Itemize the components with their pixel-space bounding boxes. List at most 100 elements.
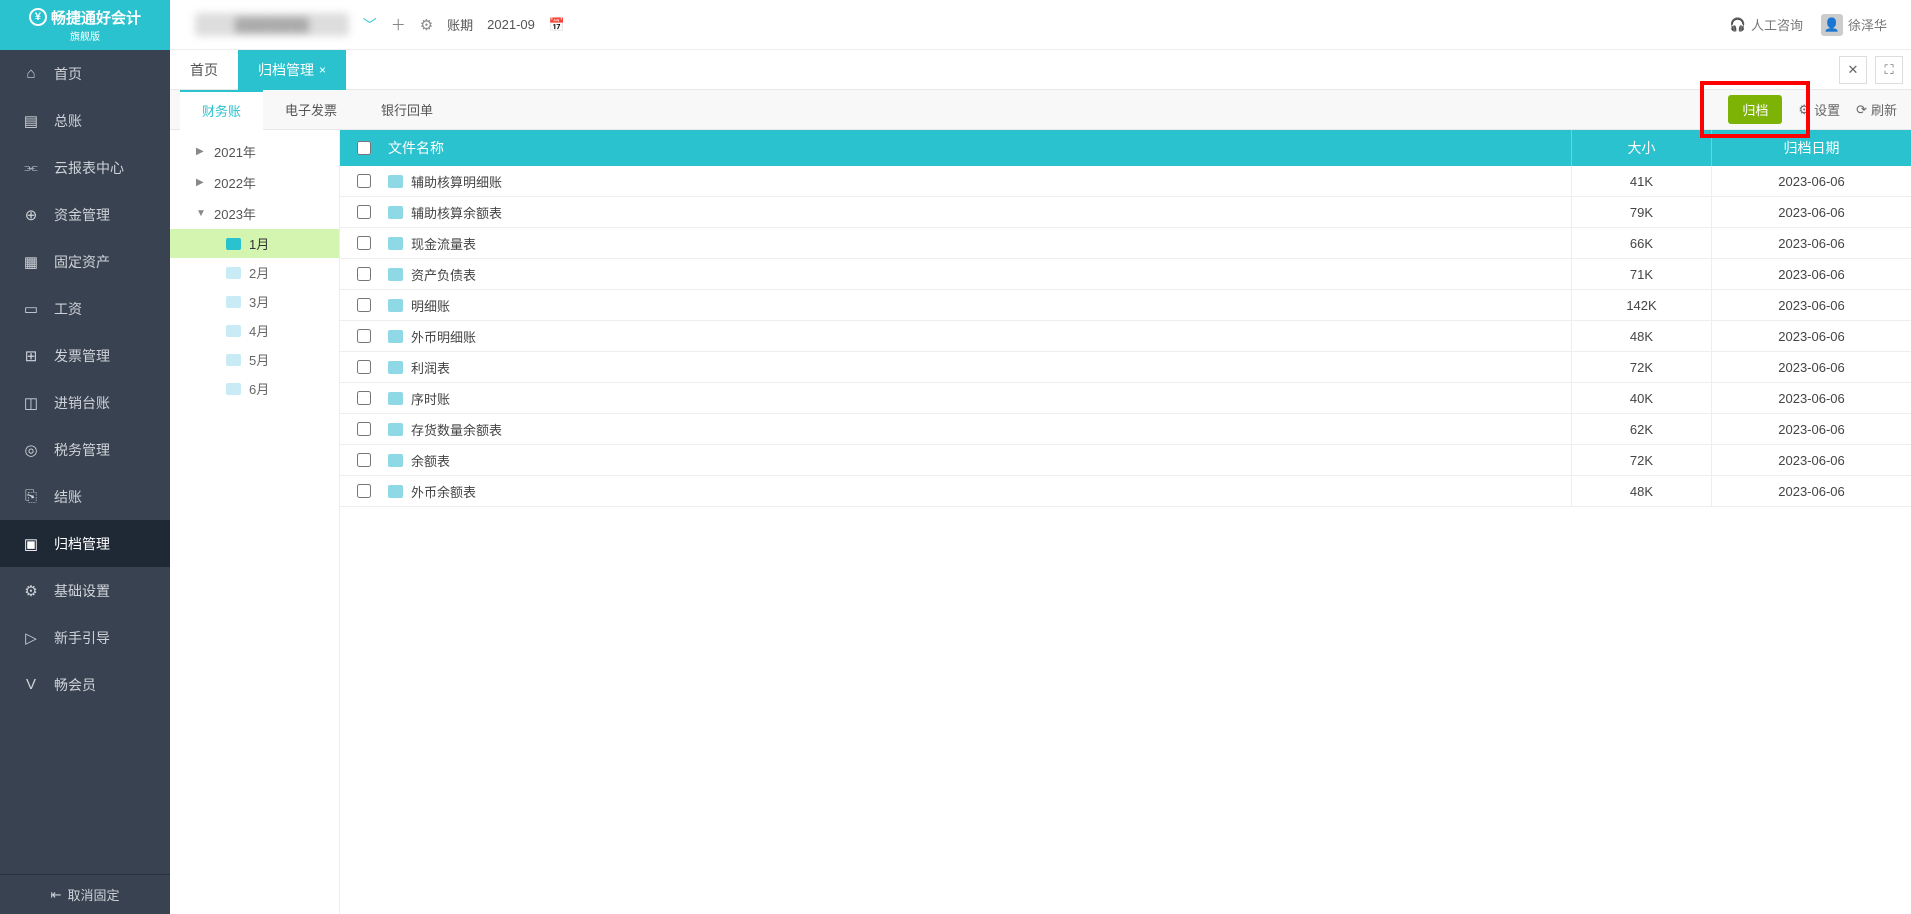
col-size[interactable]: 大小 — [1571, 130, 1711, 166]
table-row[interactable]: 现金流量表66K2023-06-06 — [340, 228, 1911, 259]
sidebar-icon: ▭ — [22, 300, 40, 318]
row-checkbox[interactable] — [357, 329, 371, 343]
tree-year[interactable]: ▶2021年 — [170, 136, 339, 167]
subtab-0[interactable]: 财务账 — [180, 90, 263, 130]
row-checkbox[interactable] — [357, 453, 371, 467]
row-checkbox[interactable] — [357, 484, 371, 498]
select-all-checkbox[interactable] — [357, 141, 371, 155]
sidebar-label: 工资 — [54, 299, 82, 319]
sidebar-item-8[interactable]: ◎税务管理 — [0, 426, 170, 473]
file-icon — [388, 299, 403, 312]
header-right: 🎧人工咨询 👤徐泽华 — [1730, 14, 1911, 36]
tree-year[interactable]: ▶2022年 — [170, 167, 339, 198]
tree-month[interactable]: 1月 — [170, 229, 339, 258]
tree-month[interactable]: 6月 — [170, 374, 339, 403]
table-row[interactable]: 余额表72K2023-06-06 — [340, 445, 1911, 476]
sidebar-item-2[interactable]: ⫘ 云报表中心 — [0, 144, 170, 191]
tree-month[interactable]: 4月 — [170, 316, 339, 345]
archive-button[interactable]: 归档 — [1728, 95, 1782, 124]
file-size: 72K — [1571, 352, 1711, 382]
file-date: 2023-06-06 — [1711, 383, 1911, 413]
sidebar-item-5[interactable]: ▭ 工资 — [0, 285, 170, 332]
sidebar-item-1[interactable]: ▤总账 — [0, 97, 170, 144]
row-checkbox[interactable] — [357, 298, 371, 312]
close-tab-button[interactable]: ✕ — [1839, 56, 1867, 84]
sidebar-icon: ⫘ — [22, 159, 40, 176]
sidebar-icon: ▦ — [22, 253, 40, 271]
sidebar-item-4[interactable]: ▦固定资产 — [0, 238, 170, 285]
gear-icon[interactable]: ⚙ — [420, 16, 433, 34]
sidebar-item-7[interactable]: ◫进销台账 — [0, 379, 170, 426]
sidebar-label: 结账 — [54, 487, 82, 507]
tab-1[interactable]: 归档管理× — [238, 50, 346, 90]
company-selector[interactable]: ████████ — [195, 13, 349, 36]
period-value[interactable]: 2021-09 — [487, 17, 535, 32]
subtab-1[interactable]: 电子发票 — [263, 90, 359, 130]
tabs-row: 首页归档管理× ✕ ⛶ — [170, 50, 1911, 90]
fullscreen-button[interactable]: ⛶ — [1875, 56, 1903, 84]
file-date: 2023-06-06 — [1711, 290, 1911, 320]
row-checkbox[interactable] — [357, 236, 371, 250]
row-checkbox[interactable] — [357, 391, 371, 405]
tree-month[interactable]: 5月 — [170, 345, 339, 374]
col-date[interactable]: 归档日期 — [1711, 130, 1911, 166]
folder-icon — [226, 383, 241, 395]
consult-link[interactable]: 🎧人工咨询 — [1730, 15, 1803, 34]
file-icon — [388, 175, 403, 188]
row-checkbox[interactable] — [357, 360, 371, 374]
file-date: 2023-06-06 — [1711, 476, 1911, 506]
tab-0[interactable]: 首页 — [170, 50, 238, 90]
tree-year[interactable]: ▼2023年 — [170, 198, 339, 229]
sidebar-icon: ▷ — [22, 629, 40, 647]
file-size: 66K — [1571, 228, 1711, 258]
settings-link[interactable]: ⚙设置 — [1798, 100, 1840, 119]
tree-month[interactable]: 3月 — [170, 287, 339, 316]
table-row[interactable]: 外币明细账48K2023-06-06 — [340, 321, 1911, 352]
sidebar-item-0[interactable]: ⌂首页 — [0, 50, 170, 97]
table-row[interactable]: 存货数量余额表62K2023-06-06 — [340, 414, 1911, 445]
sidebar-label: 云报表中心 — [54, 158, 124, 178]
sidebar-label: 首页 — [54, 64, 82, 84]
file-size: 40K — [1571, 383, 1711, 413]
close-icon[interactable]: × — [319, 63, 326, 77]
table-row[interactable]: 外币余额表48K2023-06-06 — [340, 476, 1911, 507]
file-size: 41K — [1571, 166, 1711, 196]
file-date: 2023-06-06 — [1711, 321, 1911, 351]
row-checkbox[interactable] — [357, 267, 371, 281]
sidebar-item-10[interactable]: ▣归档管理 — [0, 520, 170, 567]
table-row[interactable]: 辅助核算明细账41K2023-06-06 — [340, 166, 1911, 197]
file-name: 辅助核算余额表 — [411, 203, 502, 222]
table-row[interactable]: 序时账40K2023-06-06 — [340, 383, 1911, 414]
col-name[interactable]: 文件名称 — [388, 138, 1571, 158]
refresh-link[interactable]: ⟳刷新 — [1856, 100, 1897, 119]
table-row[interactable]: 资产负债表71K2023-06-06 — [340, 259, 1911, 290]
table-row[interactable]: 明细账142K2023-06-06 — [340, 290, 1911, 321]
file-name: 资产负债表 — [411, 265, 476, 284]
sidebar-item-11[interactable]: ⚙基础设置 — [0, 567, 170, 614]
period-label: 账期 — [447, 15, 473, 34]
sidebar-item-9[interactable]: ⎘结账 — [0, 473, 170, 520]
logo[interactable]: ¥畅捷通好会计 旗舰版 — [0, 0, 170, 50]
subtab-2[interactable]: 银行回单 — [359, 90, 455, 130]
chevron-down-icon[interactable]: ﹀ — [363, 15, 377, 35]
calendar-icon[interactable]: 📅 — [549, 17, 565, 33]
table-row[interactable]: 利润表72K2023-06-06 — [340, 352, 1911, 383]
sidebar-item-3[interactable]: ⊕资金管理 — [0, 191, 170, 238]
plus-icon[interactable]: ＋ — [391, 14, 406, 35]
row-checkbox[interactable] — [357, 174, 371, 188]
sidebar-unpin[interactable]: ⇤取消固定 — [0, 874, 170, 914]
logo-icon: ¥ — [29, 8, 47, 26]
file-size: 62K — [1571, 414, 1711, 444]
sidebar-item-13[interactable]: V畅会员 — [0, 661, 170, 708]
user-menu[interactable]: 👤徐泽华 — [1821, 14, 1887, 36]
file-date: 2023-06-06 — [1711, 352, 1911, 382]
tree-month[interactable]: 2月 — [170, 258, 339, 287]
sidebar-item-12[interactable]: ▷新手引导 — [0, 614, 170, 661]
sidebar-icon: ⊞ — [22, 347, 40, 365]
sidebar-item-6[interactable]: ⊞发票管理 — [0, 332, 170, 379]
year-tree: ▶2021年▶2022年▼2023年1月2月3月4月5月6月 — [170, 130, 340, 914]
table-row[interactable]: 辅助核算余额表79K2023-06-06 — [340, 197, 1911, 228]
sidebar-icon: V — [22, 676, 40, 693]
row-checkbox[interactable] — [357, 205, 371, 219]
row-checkbox[interactable] — [357, 422, 371, 436]
